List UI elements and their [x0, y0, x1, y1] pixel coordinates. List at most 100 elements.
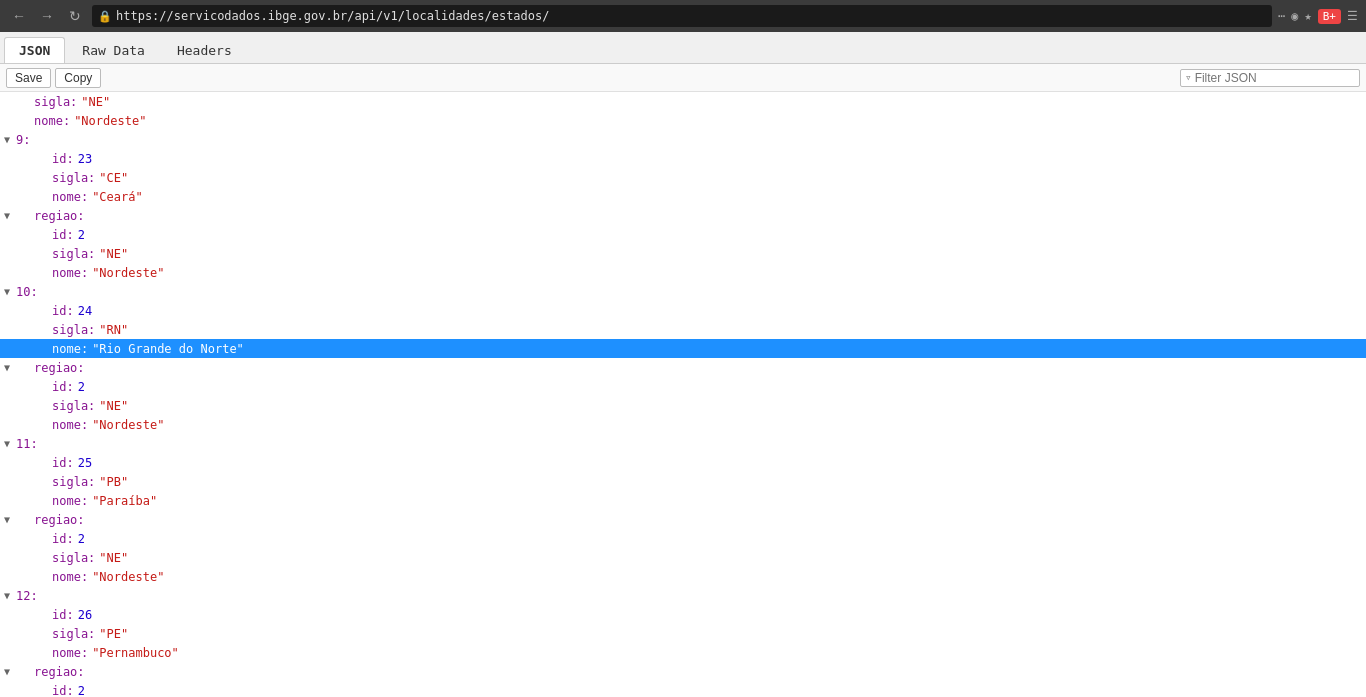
- index-key: 12:: [16, 589, 38, 603]
- toggle-icon[interactable]: ▼: [4, 210, 16, 221]
- json-key: nome:: [52, 646, 88, 660]
- json-key: regiao:: [34, 361, 85, 375]
- tab-json[interactable]: JSON: [4, 37, 65, 63]
- browser-toolbar: ← → ↻ 🔒 https://servicodados.ibge.gov.br…: [0, 0, 1366, 32]
- url-text: https://servicodados.ibge.gov.br/api/v1/…: [116, 9, 549, 23]
- forward-button[interactable]: →: [36, 5, 58, 27]
- json-key: nome:: [52, 190, 88, 204]
- json-string-value: "Nordeste": [92, 418, 164, 432]
- table-row[interactable]: ▼regiao:: [0, 510, 1366, 529]
- star-icon[interactable]: ★: [1305, 9, 1312, 23]
- toggle-icon[interactable]: ▼: [4, 134, 16, 145]
- table-row[interactable]: sigla:"PE": [0, 624, 1366, 643]
- toggle-icon[interactable]: ▼: [4, 286, 16, 297]
- json-key: regiao:: [34, 665, 85, 679]
- table-row[interactable]: ▼12:: [0, 586, 1366, 605]
- table-row[interactable]: nome: "Nordeste": [0, 415, 1366, 434]
- table-row[interactable]: nome: "Paraíba": [0, 491, 1366, 510]
- table-row[interactable]: id:2: [0, 529, 1366, 548]
- tab-rawdata[interactable]: Raw Data: [67, 37, 160, 63]
- devtools-tab-bar: JSON Raw Data Headers: [0, 32, 1366, 64]
- filter-container[interactable]: ▿: [1180, 69, 1360, 87]
- table-row[interactable]: id:23: [0, 149, 1366, 168]
- json-key: regiao:: [34, 209, 85, 223]
- json-number-value: 25: [78, 456, 92, 470]
- json-string-value: "RN": [99, 323, 128, 337]
- table-row[interactable]: ▼ regiao:: [0, 206, 1366, 225]
- toggle-icon[interactable]: ▼: [4, 362, 16, 373]
- reload-button[interactable]: ↻: [64, 5, 86, 27]
- table-row[interactable]: ▼11:: [0, 434, 1366, 453]
- table-row[interactable]: sigla:"NE": [0, 92, 1366, 111]
- table-row[interactable]: nome:"Nordeste": [0, 263, 1366, 282]
- lock-icon: 🔒: [98, 10, 112, 23]
- json-string-value: "Nordeste": [92, 570, 164, 584]
- json-key: nome:: [52, 418, 88, 432]
- json-string-value: "PB": [99, 475, 128, 489]
- json-key: nome:: [52, 570, 88, 584]
- table-row[interactable]: ▼9:: [0, 130, 1366, 149]
- address-bar[interactable]: 🔒 https://servicodados.ibge.gov.br/api/v…: [92, 5, 1272, 27]
- table-row[interactable]: sigla: "CE": [0, 168, 1366, 187]
- index-key: 10:: [16, 285, 38, 299]
- table-row[interactable]: nome: "Nordeste": [0, 111, 1366, 130]
- table-row[interactable]: id: 2: [0, 225, 1366, 244]
- json-key: nome:: [52, 342, 88, 356]
- json-string-value: "Nordeste": [74, 114, 146, 128]
- json-string-value: "NE": [81, 95, 110, 109]
- json-toolbar: Save Copy ▿: [0, 64, 1366, 92]
- table-row[interactable]: id:24: [0, 301, 1366, 320]
- json-string-value: "Paraíba": [92, 494, 157, 508]
- json-key: nome:: [34, 114, 70, 128]
- pocket-icon[interactable]: ◉: [1291, 9, 1298, 23]
- table-row[interactable]: nome:"Pernambuco": [0, 643, 1366, 662]
- json-key: id:: [52, 532, 74, 546]
- json-key: id:: [52, 456, 74, 470]
- table-row[interactable]: nome: "Nordeste": [0, 567, 1366, 586]
- json-content[interactable]: sigla:"NE"nome:"Nordeste"▼9:id:23sigla:"…: [0, 92, 1366, 697]
- table-row[interactable]: ▼10:: [0, 282, 1366, 301]
- filter-input[interactable]: [1195, 71, 1355, 85]
- copy-button[interactable]: Copy: [55, 68, 101, 88]
- browser-actions: ⋯ ◉ ★ B+ ☰: [1278, 9, 1358, 24]
- json-key: sigla:: [52, 171, 95, 185]
- json-key: nome:: [52, 266, 88, 280]
- toggle-icon[interactable]: ▼: [4, 514, 16, 525]
- hamburger-menu[interactable]: ☰: [1347, 9, 1358, 23]
- json-number-value: 2: [78, 684, 85, 698]
- json-string-value: "Rio Grande do Norte": [92, 342, 244, 356]
- table-row[interactable]: ▼ regiao:: [0, 662, 1366, 681]
- back-button[interactable]: ←: [8, 5, 30, 27]
- table-row[interactable]: sigla:"RN": [0, 320, 1366, 339]
- json-key: id:: [52, 380, 74, 394]
- json-string-value: "Ceará": [92, 190, 143, 204]
- table-row[interactable]: nome: "Ceará": [0, 187, 1366, 206]
- index-key: 9:: [16, 133, 30, 147]
- table-row[interactable]: sigla: "NE": [0, 396, 1366, 415]
- tab-headers[interactable]: Headers: [162, 37, 247, 63]
- table-row[interactable]: id: 25: [0, 453, 1366, 472]
- toggle-icon[interactable]: ▼: [4, 666, 16, 677]
- table-row[interactable]: sigla:"PB": [0, 472, 1366, 491]
- json-number-value: 24: [78, 304, 92, 318]
- json-number-value: 2: [78, 228, 85, 242]
- menu-dots[interactable]: ⋯: [1278, 9, 1285, 23]
- table-row[interactable]: id:26: [0, 605, 1366, 624]
- json-key: sigla:: [52, 399, 95, 413]
- json-key: id:: [52, 228, 74, 242]
- toggle-icon[interactable]: ▼: [4, 438, 16, 449]
- json-string-value: "NE": [99, 399, 128, 413]
- json-string-value: "PE": [99, 627, 128, 641]
- profile-badge[interactable]: B+: [1318, 9, 1341, 24]
- toggle-icon[interactable]: ▼: [4, 590, 16, 601]
- table-row[interactable]: sigla:"NE": [0, 244, 1366, 263]
- table-row[interactable]: ▼ regiao:: [0, 358, 1366, 377]
- table-row[interactable]: sigla:"NE": [0, 548, 1366, 567]
- json-key: nome:: [52, 494, 88, 508]
- json-key: id:: [52, 608, 74, 622]
- table-row[interactable]: id:2: [0, 377, 1366, 396]
- table-row[interactable]: nome: "Rio Grande do Norte": [0, 339, 1366, 358]
- table-row[interactable]: id:2: [0, 681, 1366, 697]
- save-button[interactable]: Save: [6, 68, 51, 88]
- json-string-value: "CE": [99, 171, 128, 185]
